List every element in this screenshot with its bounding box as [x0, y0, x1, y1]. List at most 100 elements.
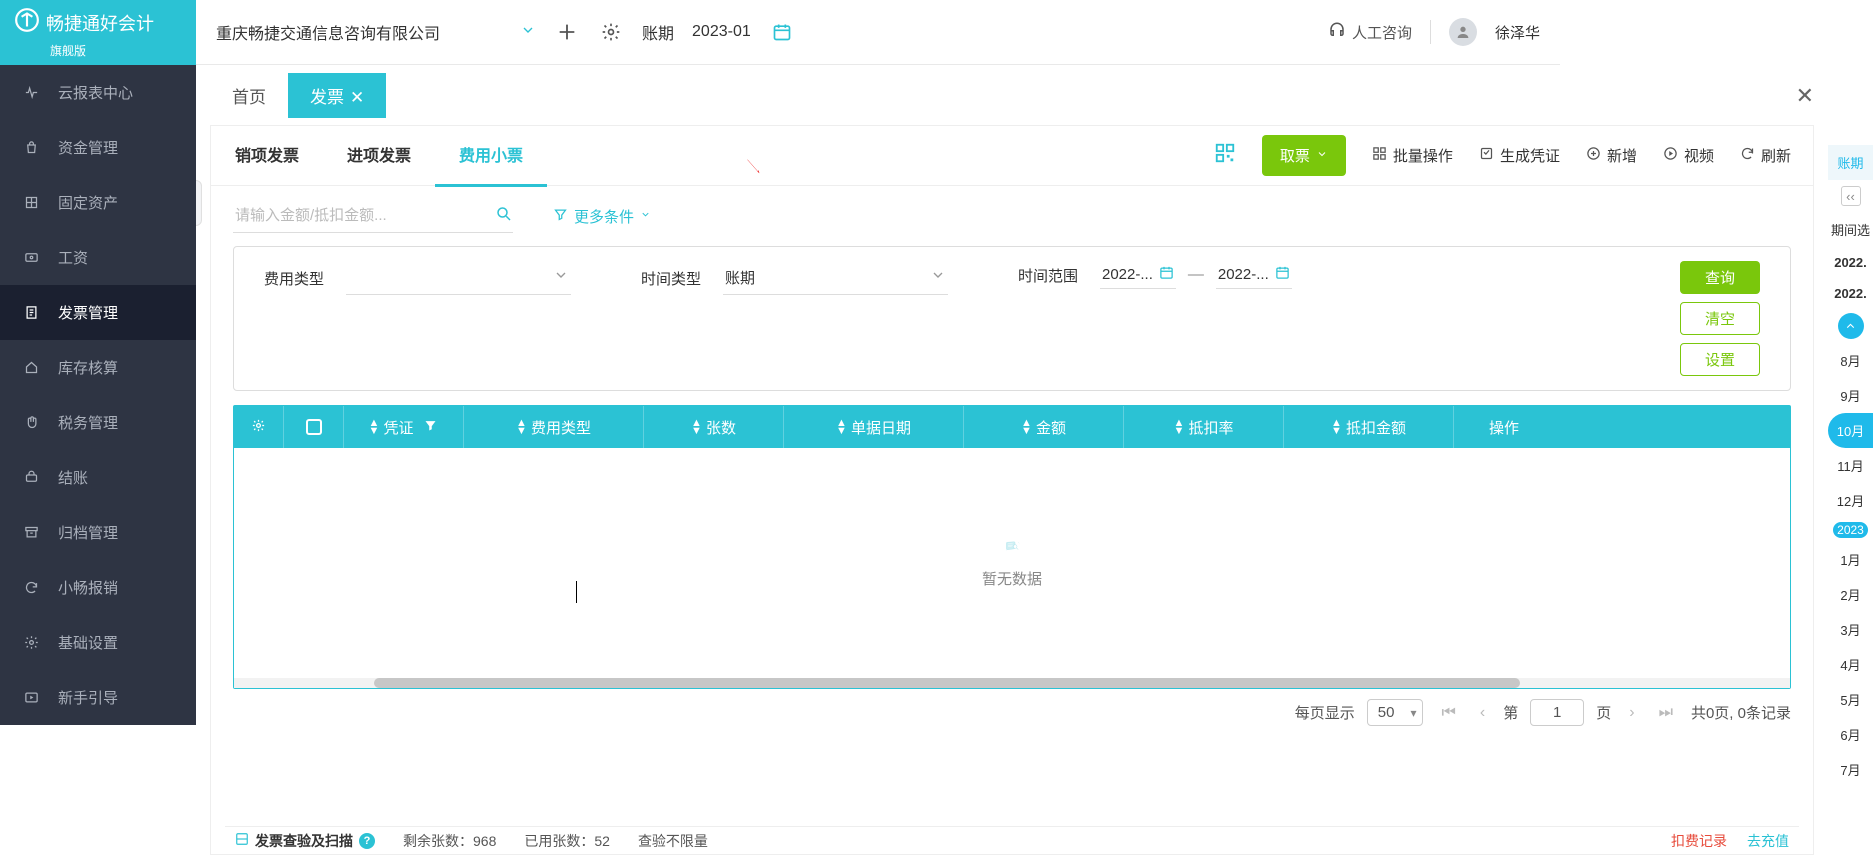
column-header-5[interactable]: ▲▼抵扣率	[1124, 406, 1284, 448]
column-label: 单据日期	[851, 417, 911, 438]
date-to-input[interactable]: 2022-...	[1216, 261, 1292, 289]
add-button[interactable]: 新增	[1586, 145, 1637, 166]
float-month[interactable]: 5月	[1828, 682, 1873, 717]
sidebar-item-2[interactable]: 固定资产	[0, 175, 196, 230]
sidebar-item-5[interactable]: 库存核算	[0, 340, 196, 395]
column-label: 金额	[1036, 417, 1066, 438]
sidebar-item-1[interactable]: 资金管理	[0, 120, 196, 175]
float-month[interactable]: 3月	[1828, 612, 1873, 647]
float-tab-period[interactable]: 账期	[1828, 145, 1873, 180]
column-header-1[interactable]: ▲▼费用类型	[464, 406, 644, 448]
column-header-4[interactable]: ▲▼金额	[964, 406, 1124, 448]
sidebar-item-10[interactable]: 基础设置	[0, 615, 196, 670]
sidebar-item-11[interactable]: 新手引导	[0, 670, 196, 725]
sort-icon[interactable]: ▲▼	[1331, 419, 1342, 435]
add-button[interactable]	[554, 19, 580, 45]
sort-icon[interactable]: ▲▼	[369, 419, 380, 435]
sort-icon[interactable]: ▲▼	[691, 419, 702, 435]
prev-page-button[interactable]: ‹	[1474, 704, 1491, 722]
search-icon[interactable]	[495, 205, 513, 228]
horizontal-scrollbar[interactable]	[234, 678, 1790, 688]
plus-circle-icon	[1586, 146, 1601, 165]
clear-button[interactable]: 清空	[1680, 302, 1760, 335]
company-name: 重庆畅捷交通信息咨询有限公司	[216, 26, 440, 43]
column-header-0[interactable]: ▲▼凭证	[344, 406, 464, 448]
inner-tab-2[interactable]: 费用小票	[435, 125, 547, 187]
first-page-button[interactable]: ⏮	[1435, 704, 1461, 722]
headset-icon	[1328, 21, 1346, 44]
float-month[interactable]: 10月	[1828, 413, 1873, 448]
fetch-button[interactable]: 取票	[1262, 135, 1346, 176]
more-conditions-toggle[interactable]: 更多条件	[553, 206, 651, 227]
close-icon[interactable]: ✕	[1796, 83, 1814, 109]
float-month[interactable]: 8月	[1828, 343, 1873, 378]
range-separator: —	[1188, 266, 1204, 284]
column-header-2[interactable]: ▲▼张数	[644, 406, 784, 448]
column-header-6[interactable]: ▲▼抵扣金额	[1284, 406, 1454, 448]
float-month[interactable]: 7月	[1828, 752, 1873, 787]
batch-button[interactable]: 批量操作	[1372, 145, 1453, 166]
per-page-select[interactable]: 50 ▾	[1367, 699, 1424, 726]
footer-bar: 发票查验及扫描 ? 剩余张数：968 已用张数：52 查验不限量 扣费记录 去充…	[225, 826, 1799, 854]
batch-label: 批量操作	[1393, 145, 1453, 166]
page-tab-1[interactable]: 发票✕	[288, 73, 386, 118]
sidebar-item-8[interactable]: 归档管理	[0, 505, 196, 560]
chevron-down-icon: ▾	[1410, 706, 1416, 720]
select-all-checkbox[interactable]	[306, 419, 322, 435]
settings-button[interactable]	[598, 19, 624, 45]
inner-tab-1[interactable]: 进项发票	[323, 125, 435, 187]
sidebar-item-3[interactable]: 工资	[0, 230, 196, 285]
search-input[interactable]	[233, 199, 513, 232]
query-button[interactable]: 查询	[1680, 261, 1760, 294]
sidebar-item-6[interactable]: 税务管理	[0, 395, 196, 450]
last-page-button[interactable]: ⏭	[1653, 704, 1679, 722]
float-month[interactable]: 4月	[1828, 647, 1873, 682]
float-month[interactable]: 12月	[1828, 483, 1873, 518]
avatar[interactable]	[1449, 18, 1477, 46]
expense-type-select[interactable]	[346, 261, 571, 295]
page-input[interactable]: 1	[1530, 699, 1584, 726]
recharge-link[interactable]: 去充值	[1747, 831, 1789, 851]
page-tab-0[interactable]: 首页	[210, 73, 288, 118]
calendar-icon[interactable]	[769, 19, 795, 45]
column-header-3[interactable]: ▲▼单据日期	[784, 406, 964, 448]
filter-settings-button[interactable]: 设置	[1680, 343, 1760, 376]
gear-icon[interactable]	[251, 418, 266, 437]
scroll-top-icon[interactable]	[1838, 313, 1864, 339]
float-tab-range[interactable]: 期间选	[1828, 212, 1873, 247]
support-link[interactable]: 人工咨询	[1328, 21, 1412, 44]
sort-icon[interactable]: ▲▼	[516, 419, 527, 435]
sidebar-item-9[interactable]: 小畅报销	[0, 560, 196, 615]
refresh-button[interactable]: 刷新	[1740, 145, 1791, 166]
float-month[interactable]: 2月	[1828, 577, 1873, 612]
qr-icon[interactable]	[1214, 142, 1236, 170]
chevron-down-icon	[520, 22, 536, 43]
date-from-input[interactable]: 2022-...	[1100, 261, 1176, 289]
inner-tab-0[interactable]: 销项发票	[211, 125, 323, 187]
next-page-button[interactable]: ›	[1623, 704, 1640, 722]
sidebar-item-4[interactable]: 发票管理	[0, 285, 196, 340]
column-header-7[interactable]: 操作	[1454, 406, 1554, 448]
content-card: 销项发票进项发票费用小票 取票 批量操作 生成凭证	[210, 125, 1814, 855]
float-month[interactable]: 9月	[1828, 378, 1873, 413]
float-month[interactable]: 6月	[1828, 717, 1873, 752]
tab-close-icon[interactable]: ✕	[350, 88, 364, 107]
sort-icon[interactable]: ▲▼	[836, 419, 847, 435]
period-float-panel: 账期 ‹‹ 期间选 2022.2022. 8月9月10月11月12月 2023 …	[1828, 145, 1873, 787]
help-icon[interactable]: ?	[359, 833, 375, 849]
float-month[interactable]: 11月	[1828, 448, 1873, 483]
float-month[interactable]: 1月	[1828, 542, 1873, 577]
video-button[interactable]: 视频	[1663, 145, 1714, 166]
expand-left-icon[interactable]: ‹‹	[1841, 186, 1861, 206]
sidebar-item-0[interactable]: 云报表中心	[0, 65, 196, 120]
filter-icon[interactable]	[423, 418, 438, 437]
sidebar-item-7[interactable]: 结账	[0, 450, 196, 505]
company-select[interactable]: 重庆畅捷交通信息咨询有限公司	[216, 20, 536, 44]
time-type-select[interactable]: 账期	[723, 261, 948, 295]
charge-log-link[interactable]: 扣费记录	[1671, 831, 1727, 851]
sort-icon[interactable]: ▲▼	[1021, 419, 1032, 435]
sort-icon[interactable]: ▲▼	[1174, 419, 1185, 435]
generate-voucher-button[interactable]: 生成凭证	[1479, 145, 1560, 166]
float-year-row[interactable]: 2022.	[1828, 278, 1873, 309]
float-year-row[interactable]: 2022.	[1828, 247, 1873, 278]
